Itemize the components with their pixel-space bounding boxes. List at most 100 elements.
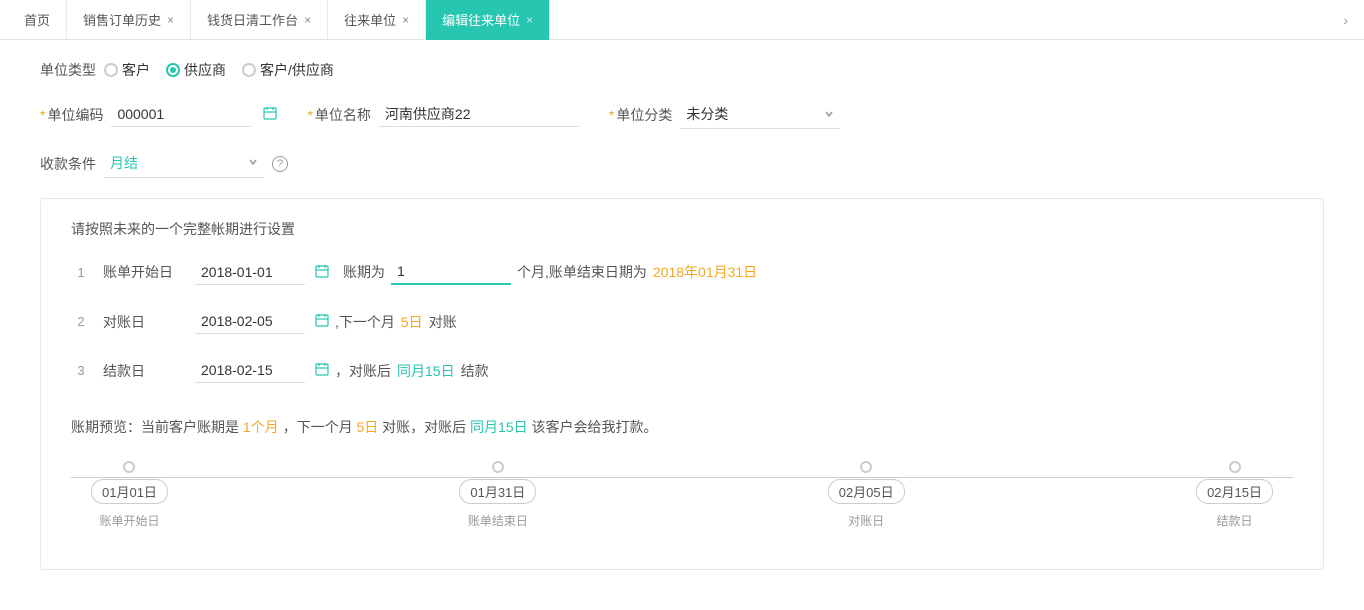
unit-info-row: 单位编码 单位名称 单位分类 未分类 [40, 100, 1324, 129]
unit-name-label: 单位名称 [307, 105, 370, 125]
unit-code-icon[interactable] [263, 106, 277, 123]
main-content: 单位类型 客户 供应商 客户/供应商 单位编码 [0, 40, 1364, 610]
payment-row: 3 结款日 ，对账后 同月15日 结款 [71, 358, 1293, 383]
billing-start-value: 账期为 个月,账单结束日期为 2018年01月31日 [195, 259, 757, 285]
payment-terms-row: 收款条件 月结 ? [40, 149, 1324, 178]
tab-sales-history[interactable]: 销售订单历史 × [67, 0, 191, 40]
tab-cash-work-close[interactable]: × [304, 13, 311, 27]
timeline-label-3: 结款日 [1217, 512, 1253, 529]
radio-customer-label: 客户 [122, 60, 150, 80]
tab-home[interactable]: 首页 [8, 0, 67, 40]
radio-supplier-circle [166, 63, 180, 77]
preview-end: 该客户会给我打款。 [532, 419, 658, 435]
billing-start-cal-icon[interactable] [315, 264, 329, 281]
billing-start-date[interactable] [195, 260, 305, 285]
payment-terms-help[interactable]: ? [272, 156, 288, 172]
radio-both-label: 客户/供应商 [260, 60, 334, 80]
radio-supplier-label: 供应商 [184, 60, 226, 80]
timeline-date-0: 01月01日 [91, 479, 168, 504]
timeline-dot-2 [860, 461, 872, 473]
preview-label: 账期预览：当前客户账期是 [71, 419, 239, 435]
preview-part2: 5日 [356, 419, 378, 435]
preview-comma1: ，下一个月 [283, 419, 353, 435]
reconcile-suffix1: ,下一个月 [335, 312, 395, 332]
preview-middle: 对账，对账后 [382, 419, 466, 435]
billing-start-row: 1 账单开始日 账期为 个月,账单结束日期为 2018年01月31日 [71, 259, 1293, 285]
payment-label: 结款日 [103, 361, 183, 381]
billing-period-input[interactable] [391, 259, 511, 285]
timeline-dot-0 [123, 461, 135, 473]
unit-category-select[interactable]: 未分类 [680, 100, 840, 129]
payment-terms-label: 收款条件 [40, 154, 96, 174]
tab-bar: 首页 销售订单历史 × 钱货日清工作台 × 往来单位 × 编辑往来单位 × › [0, 0, 1364, 40]
timeline-label-2: 对账日 [848, 512, 884, 529]
unit-code-item: 单位编码 [40, 102, 277, 127]
payment-terms-item: 收款条件 月结 ? [40, 149, 288, 178]
unit-type-radio-group: 客户 供应商 客户/供应商 [104, 60, 334, 80]
payment-terms-select[interactable]: 月结 [104, 149, 264, 178]
tab-partner[interactable]: 往来单位 × [328, 0, 426, 40]
billing-start-label: 账单开始日 [103, 262, 183, 282]
timeline-date-3: 02月15日 [1196, 479, 1273, 504]
reconcile-label: 对账日 [103, 312, 183, 332]
payment-cal-icon[interactable] [315, 362, 329, 379]
billing-start-period-label: 账期为 [343, 262, 385, 282]
reconcile-value: ,下一个月 5日 对账 [195, 309, 457, 334]
timeline-label-0: 账单开始日 [99, 512, 159, 529]
preview-section: 账期预览：当前客户账期是 1个月 ，下一个月 5日 对账，对账后 同月15日 该… [71, 407, 1293, 549]
tab-home-label: 首页 [24, 10, 50, 29]
unit-type-item: 单位类型 客户 供应商 客户/供应商 [40, 60, 334, 80]
payment-value: ，对账后 同月15日 结款 [195, 358, 489, 383]
billing-end-date: 2018年01月31日 [653, 262, 757, 282]
tab-partner-label: 往来单位 [344, 10, 396, 29]
timeline-date-1: 01月31日 [459, 479, 536, 504]
reconcile-cal-icon[interactable] [315, 313, 329, 330]
radio-customer-circle [104, 63, 118, 77]
radio-customer[interactable]: 客户 [104, 60, 150, 80]
timeline-point-0: 01月01日 账单开始日 [91, 461, 168, 529]
radio-both-circle [242, 63, 256, 77]
payment-terms-value: 月结 [110, 153, 244, 173]
preview-text: 账期预览：当前客户账期是 1个月 ，下一个月 5日 对账，对账后 同月15日 该… [71, 417, 1293, 437]
section-title: 请按照未来的一个完整帐期进行设置 [71, 219, 1293, 239]
unit-name-item: 单位名称 [307, 102, 578, 127]
payment-suffix1: ，对账后 [335, 361, 391, 381]
timeline-points: 01月01日 账单开始日 01月31日 账单结束日 02月05日 对账日 [91, 461, 1273, 529]
radio-supplier[interactable]: 供应商 [166, 60, 226, 80]
payment-suffix2: 结款 [461, 361, 489, 381]
unit-code-input[interactable] [111, 102, 251, 127]
preview-part3: 同月15日 [470, 419, 528, 435]
unit-type-row: 单位类型 客户 供应商 客户/供应商 [40, 60, 1324, 80]
tab-scroll-arrow[interactable]: › [1335, 12, 1356, 28]
tab-partner-close[interactable]: × [402, 13, 409, 27]
timeline-point-2: 02月05日 对账日 [828, 461, 905, 529]
billing-section: 请按照未来的一个完整帐期进行设置 1 账单开始日 账期为 个月,账单结束日期为 … [40, 198, 1324, 570]
payment-date[interactable] [195, 358, 305, 383]
radio-both[interactable]: 客户/供应商 [242, 60, 334, 80]
unit-category-arrow [824, 106, 834, 122]
tab-cash-work[interactable]: 钱货日清工作台 × [191, 0, 328, 40]
reconcile-row: 2 对账日 ,下一个月 5日 对账 [71, 309, 1293, 334]
billing-start-suffix: 个月,账单结束日期为 [517, 262, 647, 282]
unit-code-label: 单位编码 [40, 105, 103, 125]
reconcile-highlight: 5日 [401, 312, 423, 332]
timeline: 01月01日 账单开始日 01月31日 账单结束日 02月05日 对账日 [71, 461, 1293, 529]
row-num-1: 1 [71, 265, 91, 280]
unit-category-label: 单位分类 [609, 105, 672, 125]
tab-edit-partner-close[interactable]: × [526, 13, 533, 27]
unit-category-value: 未分类 [686, 104, 824, 124]
timeline-dot-1 [492, 461, 504, 473]
unit-name-input[interactable] [379, 102, 579, 127]
payment-highlight: 同月15日 [397, 361, 455, 381]
tab-edit-partner-label: 编辑往来单位 [442, 10, 520, 29]
tab-sales-history-close[interactable]: × [167, 13, 174, 27]
preview-part1: 1个月 [243, 419, 279, 435]
payment-terms-arrow [248, 157, 258, 170]
tab-sales-history-label: 销售订单历史 [83, 10, 161, 29]
row-num-3: 3 [71, 363, 91, 378]
reconcile-date[interactable] [195, 309, 305, 334]
tab-edit-partner[interactable]: 编辑往来单位 × [426, 0, 550, 40]
tab-cash-work-label: 钱货日清工作台 [207, 10, 298, 29]
unit-category-item: 单位分类 未分类 [609, 100, 840, 129]
row-num-2: 2 [71, 314, 91, 329]
